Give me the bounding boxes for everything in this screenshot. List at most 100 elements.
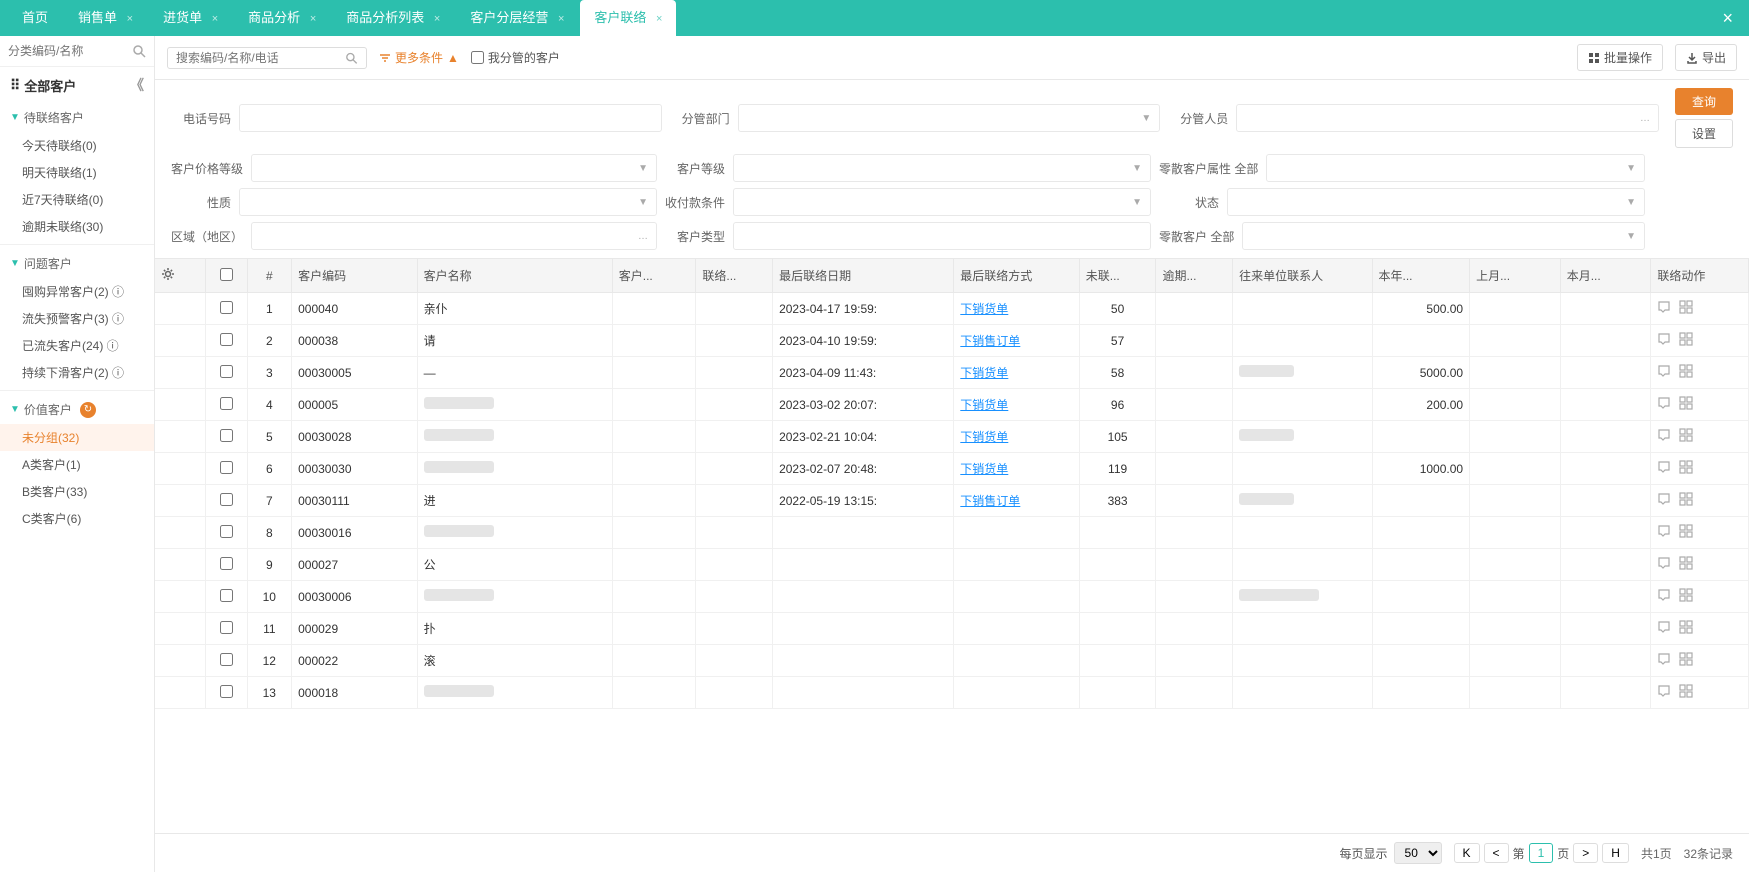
chat-icon[interactable]	[1657, 620, 1671, 637]
nav-purchase[interactable]: 进货单 ×	[149, 0, 232, 36]
chat-icon[interactable]	[1657, 556, 1671, 573]
row-checkbox[interactable]	[220, 429, 233, 442]
row-checkbox[interactable]	[220, 589, 233, 602]
chat-icon[interactable]	[1657, 300, 1671, 317]
last-method-link[interactable]: 下销货单	[960, 430, 1008, 444]
chat-icon[interactable]	[1657, 460, 1671, 477]
col-contact[interactable]: 联络...	[696, 259, 773, 293]
sidebar-item-today[interactable]: 今天待联络(0)	[0, 132, 154, 159]
row-checkbox[interactable]	[220, 493, 233, 506]
last-page-button[interactable]: H	[1602, 843, 1629, 863]
col-last-month[interactable]: 上月...	[1470, 259, 1561, 293]
my-customers-checkbox-container[interactable]: 我分管的客户	[471, 49, 560, 66]
phone-input[interactable]	[239, 104, 662, 132]
grid-icon[interactable]	[1679, 428, 1693, 445]
retail-attr-select[interactable]: ▼	[1266, 154, 1645, 182]
col-last-method[interactable]: 最后联络方式	[954, 259, 1079, 293]
col-contact-person[interactable]: 往来单位联系人	[1233, 259, 1372, 293]
region-input[interactable]: …	[251, 222, 657, 250]
batch-operation-button[interactable]: 批量操作	[1577, 44, 1663, 71]
retail-customer-select[interactable]: ▼	[1242, 222, 1645, 250]
sidebar-item-class-b[interactable]: B类客户(33)	[0, 478, 154, 505]
chat-icon[interactable]	[1657, 588, 1671, 605]
row-checkbox[interactable]	[220, 333, 233, 346]
row-checkbox[interactable]	[220, 557, 233, 570]
close-product-icon[interactable]: ×	[310, 13, 316, 25]
my-customers-checkbox[interactable]	[471, 51, 484, 64]
col-last-date[interactable]: 最后联络日期	[773, 259, 954, 293]
close-contact-icon[interactable]: ×	[656, 13, 662, 25]
col-code[interactable]: 客户编码	[292, 259, 417, 293]
close-purchase-icon[interactable]: ×	[212, 13, 218, 25]
more-conditions-button[interactable]: 更多条件 ▲	[379, 49, 459, 66]
nav-customer-contact[interactable]: 客户联络 ×	[580, 0, 676, 36]
sidebar-item-overdue[interactable]: 逾期未联络(30)	[0, 213, 154, 240]
sidebar-item-churned[interactable]: 已流失客户(24) ⓘ	[0, 332, 154, 359]
sidebar-item-7days[interactable]: 近7天待联络(0)	[0, 186, 154, 213]
col-overdue[interactable]: 逾期...	[1156, 259, 1233, 293]
grid-icon[interactable]	[1679, 652, 1693, 669]
chat-icon[interactable]	[1657, 332, 1671, 349]
sidebar-search-input[interactable]	[8, 44, 128, 58]
grid-icon[interactable]	[1679, 492, 1693, 509]
grid-icon[interactable]	[1679, 684, 1693, 701]
last-method-link[interactable]: 下销售订单	[960, 494, 1020, 508]
prev-page-button[interactable]: <	[1484, 843, 1509, 863]
nav-sales[interactable]: 销售单 ×	[64, 0, 147, 36]
sidebar-item-tomorrow[interactable]: 明天待联络(1)	[0, 159, 154, 186]
first-page-button[interactable]: K	[1454, 843, 1480, 863]
dept-select[interactable]: ▼	[738, 104, 1161, 132]
customer-type-input[interactable]	[733, 222, 1151, 250]
last-method-link[interactable]: 下销货单	[960, 398, 1008, 412]
row-checkbox[interactable]	[220, 301, 233, 314]
export-button[interactable]: 导出	[1675, 44, 1737, 71]
grid-icon[interactable]	[1679, 524, 1693, 541]
chat-icon[interactable]	[1657, 492, 1671, 509]
last-method-link[interactable]: 下销货单	[960, 302, 1008, 316]
nav-home[interactable]: 首页	[8, 0, 62, 36]
row-checkbox[interactable]	[220, 653, 233, 666]
query-button[interactable]: 查询	[1675, 88, 1733, 115]
chat-icon[interactable]	[1657, 684, 1671, 701]
all-customers-header[interactable]: ⠿ 全部客户 《	[0, 67, 154, 103]
grid-icon[interactable]	[1679, 332, 1693, 349]
chat-icon[interactable]	[1657, 364, 1671, 381]
sidebar-item-class-c[interactable]: C类客户(6)	[0, 505, 154, 532]
window-close-button[interactable]: ×	[1714, 8, 1741, 29]
last-method-link[interactable]: 下销货单	[960, 462, 1008, 476]
col-gear[interactable]	[155, 259, 205, 293]
row-checkbox[interactable]	[220, 525, 233, 538]
grid-icon[interactable]	[1679, 556, 1693, 573]
grid-icon[interactable]	[1679, 460, 1693, 477]
row-checkbox[interactable]	[220, 685, 233, 698]
grid-icon[interactable]	[1679, 396, 1693, 413]
payment-select[interactable]: ▼	[733, 188, 1151, 216]
person-input[interactable]: …	[1236, 104, 1659, 132]
price-grade-select[interactable]: ▼	[251, 154, 657, 182]
customer-grade-select[interactable]: ▼	[733, 154, 1151, 182]
nature-select[interactable]: ▼	[239, 188, 657, 216]
close-segment-icon[interactable]: ×	[558, 13, 564, 25]
col-this-year[interactable]: 本年...	[1372, 259, 1470, 293]
sidebar-item-ungroup[interactable]: 未分组(32)	[0, 424, 154, 451]
chat-icon[interactable]	[1657, 652, 1671, 669]
last-method-link[interactable]: 下销货单	[960, 366, 1008, 380]
sidebar-item-class-a[interactable]: A类客户(1)	[0, 451, 154, 478]
chat-icon[interactable]	[1657, 396, 1671, 413]
grid-icon[interactable]	[1679, 588, 1693, 605]
col-name[interactable]: 客户名称	[417, 259, 612, 293]
next-page-button[interactable]: >	[1573, 843, 1598, 863]
row-checkbox[interactable]	[220, 397, 233, 410]
close-list-icon[interactable]: ×	[434, 13, 440, 25]
close-sales-icon[interactable]: ×	[127, 13, 133, 25]
sidebar-item-churn-warning[interactable]: 流失预警客户(3) ⓘ	[0, 305, 154, 332]
row-checkbox[interactable]	[220, 621, 233, 634]
status-select[interactable]: ▼	[1227, 188, 1645, 216]
row-checkbox[interactable]	[220, 461, 233, 474]
filter-search-input[interactable]	[176, 51, 339, 65]
nav-product-analysis[interactable]: 商品分析 ×	[234, 0, 330, 36]
reset-button[interactable]: 设置	[1675, 119, 1733, 148]
chat-icon[interactable]	[1657, 428, 1671, 445]
grid-icon[interactable]	[1679, 620, 1693, 637]
col-this-month[interactable]: 本月...	[1560, 259, 1651, 293]
